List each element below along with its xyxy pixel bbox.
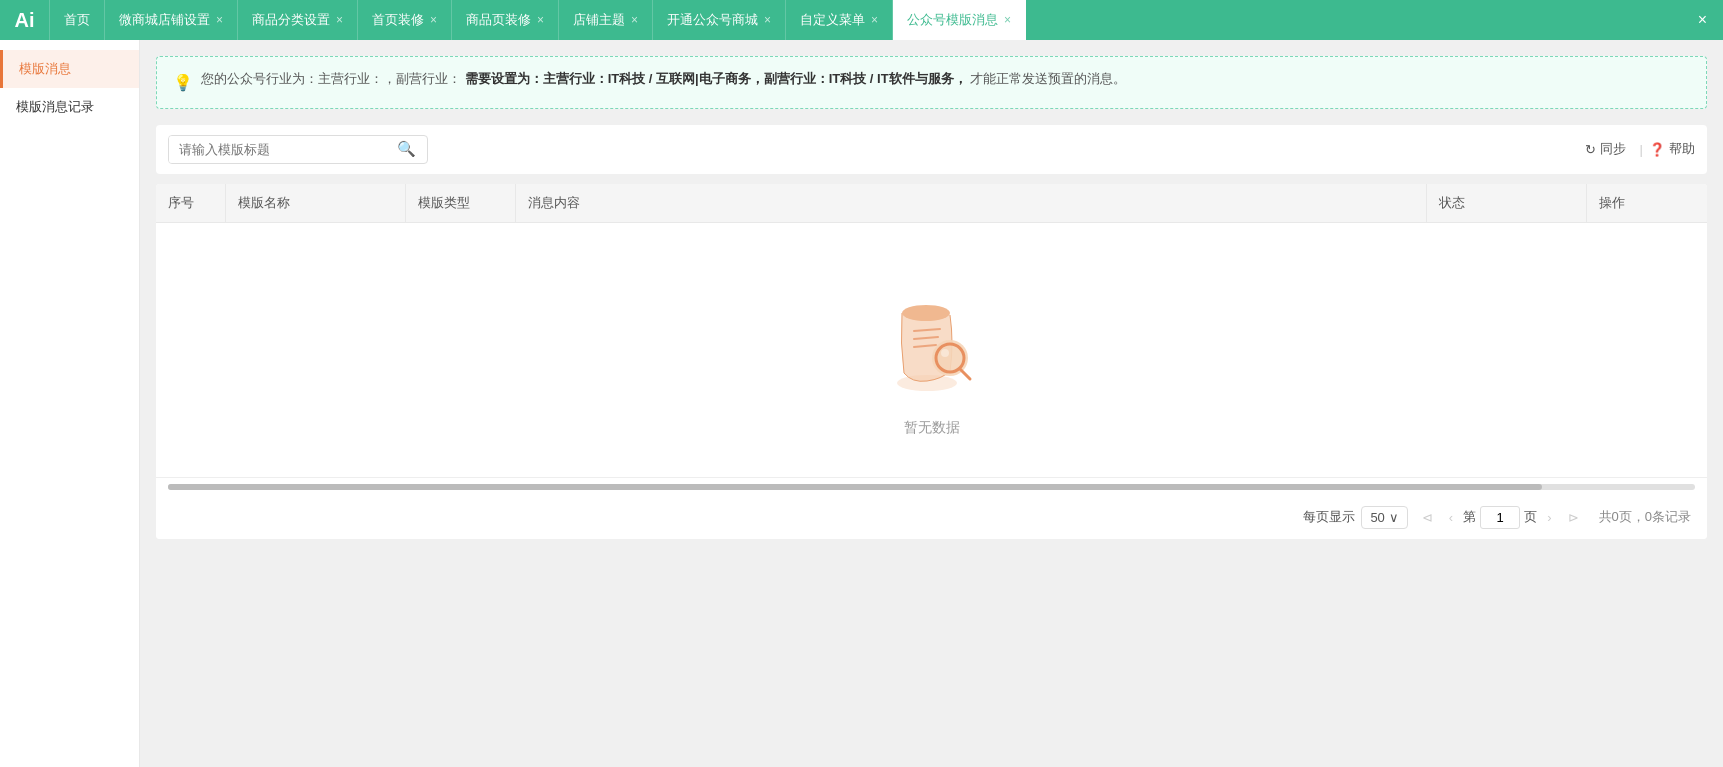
tab-theme[interactable]: 店铺主题 ×	[559, 0, 653, 40]
next-page-button[interactable]: ›	[1541, 507, 1557, 528]
th-index: 序号	[156, 184, 226, 222]
page-nav: ⊲ ‹ 第 页 › ⊳	[1416, 506, 1585, 529]
help-button[interactable]: ❓ 帮助	[1649, 140, 1695, 158]
top-nav: Ai 首页 微商城店铺设置 × 商品分类设置 × 首页装修 × 商品页装修 × …	[0, 0, 1723, 40]
sync-label: 同步	[1600, 140, 1626, 158]
sync-button[interactable]: ↻ 同步	[1585, 140, 1626, 158]
close-theme[interactable]: ×	[631, 13, 638, 27]
close-custom-menu[interactable]: ×	[871, 13, 878, 27]
notice-text: 您的公众号行业为：主营行业：，副营行业： 需要设置为：主营行业：IT科技 / 互…	[201, 69, 1126, 90]
svg-line-7	[960, 369, 970, 379]
tab-theme-label: 店铺主题	[573, 11, 625, 29]
tab-template-msg-label: 公众号模版消息	[907, 11, 998, 29]
close-template-msg[interactable]: ×	[1004, 13, 1011, 27]
tab-shop-setting[interactable]: 微商城店铺设置 ×	[105, 0, 238, 40]
page-size-dropdown[interactable]: 50 ∨	[1361, 506, 1407, 529]
page-size-select: 每页显示 50 ∨	[1303, 506, 1407, 529]
help-label: 帮助	[1669, 140, 1695, 158]
notice-box: 💡 您的公众号行业为：主营行业：，副营行业： 需要设置为：主营行业：IT科技 /…	[156, 56, 1707, 109]
tab-home-decor[interactable]: 首页装修 ×	[358, 0, 452, 40]
search-icon: 🔍	[397, 140, 416, 157]
table-header: 序号 模版名称 模版类型 消息内容 状态 操作	[156, 184, 1707, 223]
close-category[interactable]: ×	[336, 13, 343, 27]
svg-point-8	[941, 349, 949, 357]
tab-product-decor-label: 商品页装修	[466, 11, 531, 29]
page-total: 共0页，0条记录	[1599, 508, 1691, 526]
search-area: 🔍	[168, 135, 428, 164]
divider: |	[1640, 142, 1643, 157]
scrollbar-area[interactable]	[156, 477, 1707, 496]
svg-point-1	[902, 305, 950, 321]
notice-text-before: 您的公众号行业为：主营行业：，副营行业：	[201, 71, 461, 86]
toolbar-right: ↻ 同步 | ❓ 帮助	[1585, 140, 1695, 158]
empty-state: 暂无数据	[156, 223, 1707, 477]
search-input[interactable]	[169, 136, 389, 163]
page-label: 第	[1463, 508, 1476, 526]
content-area: 💡 您的公众号行业为：主营行业：，副营行业： 需要设置为：主营行业：IT科技 /…	[140, 40, 1723, 767]
tab-home-decor-label: 首页装修	[372, 11, 424, 29]
prev-page-button[interactable]: ‹	[1443, 507, 1459, 528]
toolbar: 🔍 ↻ 同步 | ❓ 帮助	[156, 125, 1707, 174]
chevron-down-icon: ∨	[1389, 510, 1399, 525]
tab-open-mall[interactable]: 开通公众号商城 ×	[653, 0, 786, 40]
empty-illustration	[872, 283, 992, 403]
tab-home-label: 首页	[64, 11, 90, 29]
th-name: 模版名称	[226, 184, 406, 222]
tab-shop-setting-label: 微商城店铺设置	[119, 11, 210, 29]
sidebar-item-template-msg[interactable]: 模版消息	[0, 50, 139, 88]
sidebar-item-template-msg-label: 模版消息	[19, 61, 71, 76]
sidebar-item-template-record-label: 模版消息记录	[16, 99, 94, 114]
th-type: 模版类型	[406, 184, 516, 222]
current-page-input[interactable]	[1480, 506, 1520, 529]
page-unit: 页	[1524, 508, 1537, 526]
first-page-button[interactable]: ⊲	[1416, 507, 1439, 528]
sync-icon: ↻	[1585, 142, 1596, 157]
help-icon: ❓	[1649, 142, 1665, 157]
table-container: 序号 模版名称 模版类型 消息内容 状态 操作	[156, 184, 1707, 539]
close-home-decor[interactable]: ×	[430, 13, 437, 27]
scrollbar-track	[168, 484, 1695, 490]
tab-category[interactable]: 商品分类设置 ×	[238, 0, 358, 40]
tab-custom-menu-label: 自定义菜单	[800, 11, 865, 29]
close-shop-setting[interactable]: ×	[216, 13, 223, 27]
th-content: 消息内容	[516, 184, 1427, 222]
tab-template-msg[interactable]: 公众号模版消息 ×	[893, 0, 1026, 40]
close-all-tabs[interactable]: ×	[1682, 11, 1723, 29]
notice-icon: 💡	[173, 70, 193, 96]
tab-home[interactable]: 首页	[50, 0, 105, 40]
scrollbar-thumb[interactable]	[168, 484, 1542, 490]
close-product-decor[interactable]: ×	[537, 13, 544, 27]
notice-text-after: 才能正常发送预置的消息。	[970, 71, 1126, 86]
tab-category-label: 商品分类设置	[252, 11, 330, 29]
th-action: 操作	[1587, 184, 1707, 222]
tab-product-decor[interactable]: 商品页装修 ×	[452, 0, 559, 40]
logo[interactable]: Ai	[0, 0, 50, 40]
empty-text: 暂无数据	[904, 419, 960, 437]
main-layout: 模版消息 模版消息记录 💡 您的公众号行业为：主营行业：，副营行业： 需要设置为…	[0, 40, 1723, 767]
th-status: 状态	[1427, 184, 1587, 222]
sidebar: 模版消息 模版消息记录	[0, 40, 140, 767]
tab-open-mall-label: 开通公众号商城	[667, 11, 758, 29]
close-open-mall[interactable]: ×	[764, 13, 771, 27]
search-button[interactable]: 🔍	[389, 136, 424, 162]
page-size-label: 每页显示	[1303, 508, 1355, 526]
pagination: 每页显示 50 ∨ ⊲ ‹ 第 页 › ⊳ 共0页，0条记录	[156, 496, 1707, 539]
notice-text-bold: 需要设置为：主营行业：IT科技 / 互联网|电子商务，副营行业：IT科技 / I…	[465, 71, 967, 86]
page-size-value: 50	[1370, 510, 1384, 525]
last-page-button[interactable]: ⊳	[1562, 507, 1585, 528]
sidebar-item-template-record[interactable]: 模版消息记录	[0, 88, 139, 126]
tab-custom-menu[interactable]: 自定义菜单 ×	[786, 0, 893, 40]
